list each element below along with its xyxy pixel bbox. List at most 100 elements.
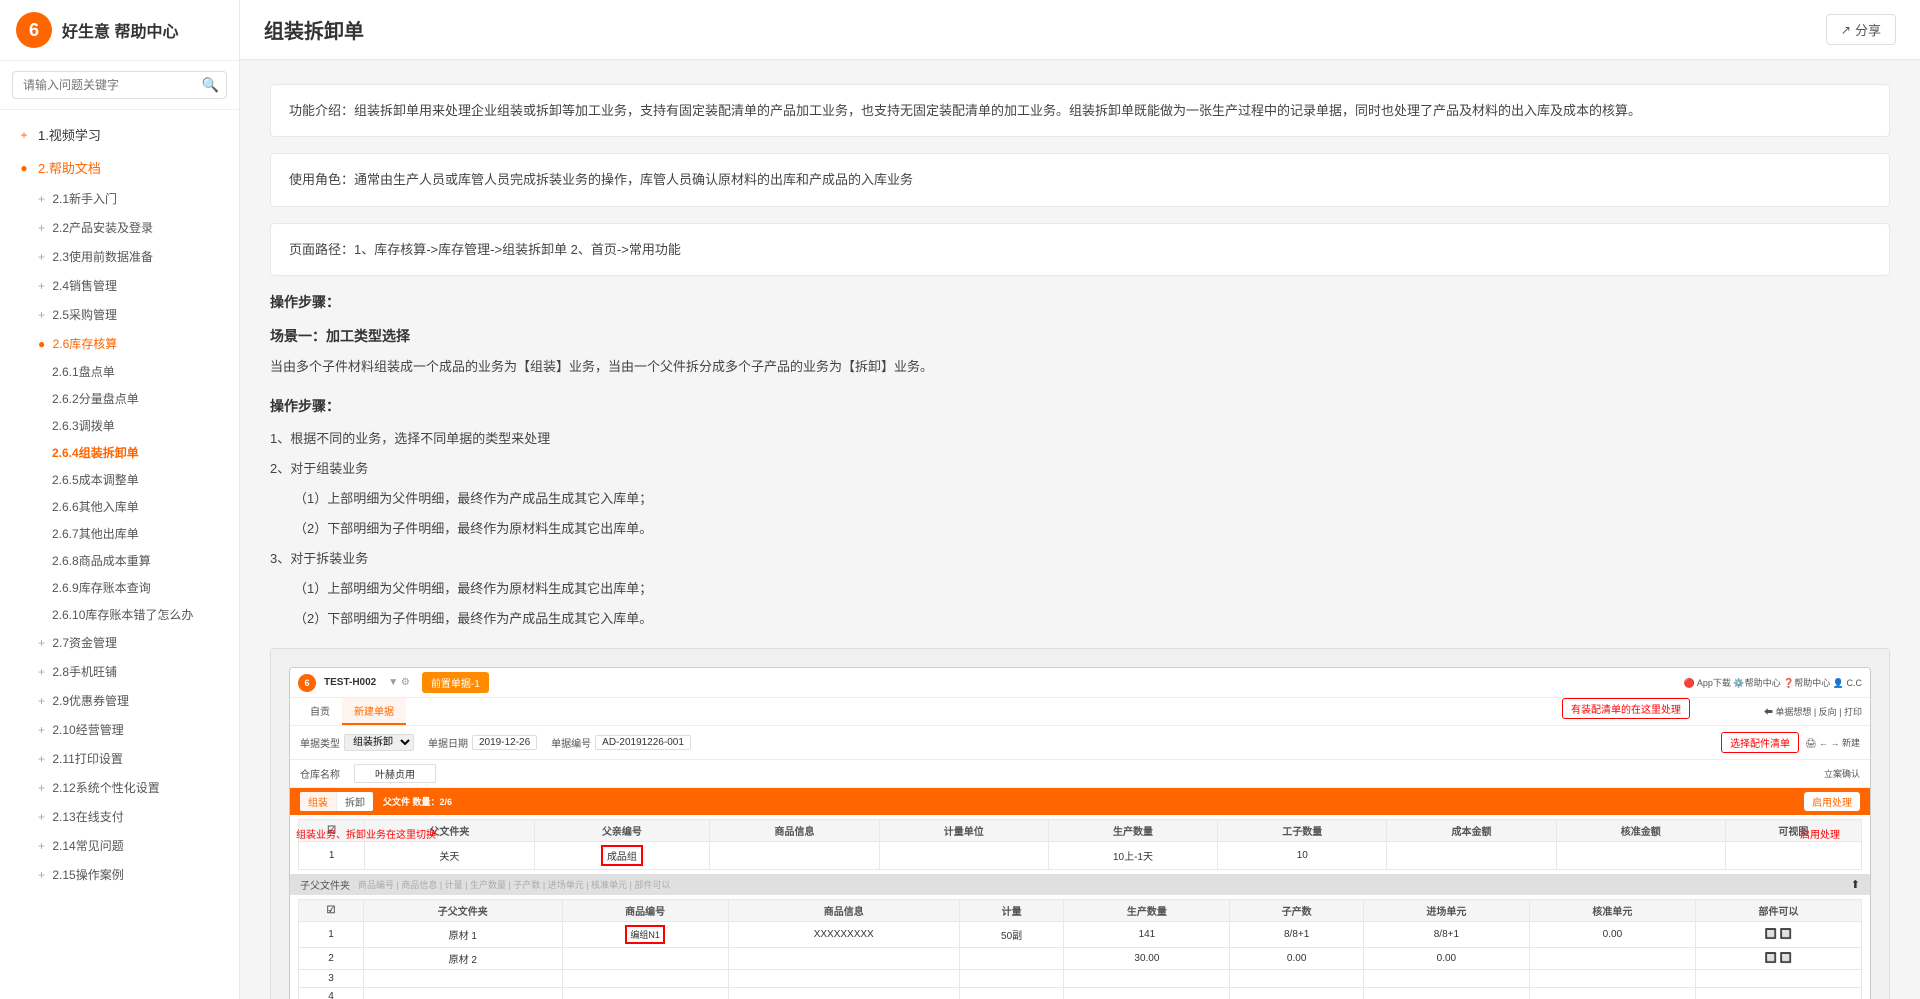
mock-type-switcher: 组装 拆卸 [300,792,373,811]
child-row2-unit [959,948,1064,970]
sidebar-item-data[interactable]: + 2.3使用前数据准备 [0,242,239,271]
sidebar-item-faq-label: 2.14常见问题 [52,839,123,853]
sidebar-item-gc8[interactable]: 2.6.8商品成本重算 [0,547,239,574]
sidebar-item-system[interactable]: + 2.12系统个性化设置 [0,773,239,802]
step1: 1、根据不同的业务，选择不同单据的类型来处理 [270,426,1890,452]
mock-window: 6 TEST-H002 ▼ ⚙ 前置单据-1 🔴 App下载 ⚙️帮助中心 ❓帮… [289,667,1871,999]
sidebar-item-install[interactable]: + 2.2产品安装及登录 [0,213,239,242]
mock-topbar: 6 TEST-H002 ▼ ⚙ 前置单据-1 🔴 App下载 ⚙️帮助中心 ❓帮… [290,668,1870,698]
sidebar-header: 6 好生意 帮助中心 [0,0,239,61]
search-input[interactable] [12,71,227,99]
nav-section-docs: ● 2.帮助文档 + 2.1新手入门 + 2.2产品安装及登录 + 2.3使用前… [0,151,239,889]
mock-parent-table: ☑ 父文件夹 父亲编号 商品信息 计量单位 生产数量 工子数量 成本金额 核准金… [298,819,1862,870]
content-area: 功能介绍：组装拆卸单用来处理企业组装或拆卸等加工业务，支持有固定装配清单的产品加… [240,60,1920,999]
sidebar-item-inventory[interactable]: ● 2.6库存核算 [0,329,239,358]
mock-window-title: TEST-H002 [324,677,376,688]
sidebar-item-sales[interactable]: + 2.4销售管理 [0,271,239,300]
sidebar-item-gc9[interactable]: 2.6.9库存账本查询 [0,574,239,601]
plus-icon: + [38,636,45,650]
plus-icon: + [16,127,32,143]
sidebar-item-pay-label: 2.13在线支付 [52,810,123,824]
mock-warehouse-input[interactable]: 叶赫贞用 [354,764,436,783]
child-col-check: ☑ [299,900,364,922]
sidebar-item-video-label: 1.视频学习 [38,125,101,144]
path-intro-text: 页面路径：1、库存核算->库存管理->组装拆卸单 2、首页->常用功能 [289,242,681,257]
sidebar-item-mobile[interactable]: + 2.8手机旺铺 [0,657,239,686]
mock-select-bom-btn[interactable]: 选择配件清单 [1721,732,1799,753]
sidebar-item-faq[interactable]: + 2.14常见问题 [0,831,239,860]
sidebar-item-ops-label: 2.10经营管理 [52,723,123,737]
plus-icon: + [38,839,45,853]
mock-order-label: 单据编号 [551,735,591,750]
sidebar-item-finance-label: 2.7资金管理 [52,636,117,650]
steps-list: 1、根据不同的业务，选择不同单据的类型来处理 2、对于组装业务 （1）上部明细为… [270,426,1890,632]
child-col-folder: 子父文件夹 [364,900,563,922]
sidebar-item-finance[interactable]: + 2.7资金管理 [0,628,239,657]
sidebar-item-gc10[interactable]: 2.6.10库存账本错了怎么办 [0,601,239,628]
scene1-heading: 场景一：加工类型选择 [270,326,1890,346]
sidebar-item-print[interactable]: + 2.11打印设置 [0,744,239,773]
mock-child-expand-icon[interactable]: ⬆ [1851,878,1860,891]
sidebar-item-gc3[interactable]: 2.6.3调拨单 [0,412,239,439]
plus-icon: + [38,810,45,824]
annotation-bom: 有装配清单的在这里处理 [1562,698,1690,719]
cell-goods-info [710,842,879,870]
share-icon: ↗ [1841,23,1851,37]
sidebar-item-gc5[interactable]: 2.6.5成本调整单 [0,466,239,493]
sidebar-item-docs[interactable]: ● 2.帮助文档 [0,151,239,184]
sidebar-item-gc6[interactable]: 2.6.6其他入库单 [0,493,239,520]
child-row2-sub: 0.00 [1230,948,1363,970]
role-intro-block: 使用角色：通常由生产人员或库管人员完成拆装业务的操作，库管人员确认原材料的出库和… [270,153,1890,206]
mock-switch-assemble[interactable]: 组装 [300,792,337,811]
mock-section-item-count: 父文件 数量：2/6 [383,795,452,808]
sidebar-item-ops[interactable]: + 2.10经营管理 [0,715,239,744]
mock-tab-new[interactable]: 新建单据 [342,698,406,725]
sidebar-item-sales-label: 2.4销售管理 [52,279,117,293]
col-goods-info: 商品信息 [710,820,879,842]
mock-front-order-btn[interactable]: 前置单据-1 [422,672,489,693]
plus-icon: + [38,192,45,206]
main-content: 组装拆卸单 ↗ 分享 功能介绍：组装拆卸单用来处理企业组装或拆卸等加工业务，支持… [240,0,1920,999]
sidebar-item-video[interactable]: + 1.视频学习 [0,118,239,151]
mock-order-input[interactable]: AD-20191226-001 [595,735,691,750]
col-parent-num: 父亲编号 [534,820,710,842]
sidebar-item-gc4[interactable]: 2.6.4组装拆卸单 [0,439,239,466]
screenshot-mockup: 6 TEST-H002 ▼ ⚙ 前置单据-1 🔴 App下载 ⚙️帮助中心 ❓帮… [271,649,1889,999]
sidebar-item-gc1[interactable]: 2.6.1盘点单 [0,358,239,385]
mock-action-btns: 🖨 ← → 新建 [1805,736,1860,749]
mock-right-actions: 选择配件清单 🖨 ← → 新建 [1721,732,1860,753]
child-col-info: 商品信息 [728,900,959,922]
mock-switch-disassemble[interactable]: 拆卸 [337,792,373,811]
nav-grandchildren-inventory: 2.6.1盘点单 2.6.2分量盘点单 2.6.3调拨单 2.6.4组装拆卸单 … [0,358,239,628]
mock-type-dropdown[interactable]: 组装拆卸 [344,734,414,751]
mock-toolbar-extra: ⬅ 单据想想 | 反向 | 打印 [1764,705,1862,718]
share-button[interactable]: ↗ 分享 [1826,14,1896,45]
mock-date-input[interactable]: 2019-12-26 [472,735,537,750]
cell-parent-folder: 关天 [365,842,534,870]
child-row1-check: 1 [299,922,364,948]
mock-enable-btn[interactable]: 启用处理 [1804,792,1860,811]
step2-sub2: （2）下部明细为子件明细，最终作为原材料生成其它出库单。 [270,516,1890,542]
sidebar-item-case-label: 2.15操作案例 [52,868,123,882]
mock-child-section-header: 子父文件夹 商品编号 | 商品信息 | 计量 | 生产数量 | 子产数 | 进场… [290,874,1870,895]
sidebar-item-pay[interactable]: + 2.13在线支付 [0,802,239,831]
child-col-parts: 部件可以 [1695,900,1861,922]
plus-icon: + [38,250,45,264]
search-icon[interactable]: 🔍 [202,77,219,94]
sidebar-item-coupon-label: 2.9优惠券管理 [52,694,129,708]
step3-sub2: （2）下部明细为子件明细，最终作为产成品生成其它入库单。 [270,606,1890,632]
sidebar-item-gc2[interactable]: 2.6.2分量盘点单 [0,385,239,412]
sidebar-item-gc7[interactable]: 2.6.7其他出库单 [0,520,239,547]
child-row2-approve [1529,948,1695,970]
col-cost-amt: 成本金额 [1387,820,1556,842]
nav-section-video: + 1.视频学习 [0,118,239,151]
sidebar-item-purchase[interactable]: + 2.5采购管理 [0,300,239,329]
sidebar-item-new[interactable]: + 2.1新手入门 [0,184,239,213]
sidebar-item-case[interactable]: + 2.15操作案例 [0,860,239,889]
mock-tab-home[interactable]: 自贡 [298,698,342,725]
share-label: 分享 [1855,20,1881,39]
mock-confirm-btn[interactable]: 立案确认 [1824,767,1860,780]
plus-icon: + [38,868,45,882]
sidebar-item-coupon[interactable]: + 2.9优惠券管理 [0,686,239,715]
cell-unit [879,842,1048,870]
